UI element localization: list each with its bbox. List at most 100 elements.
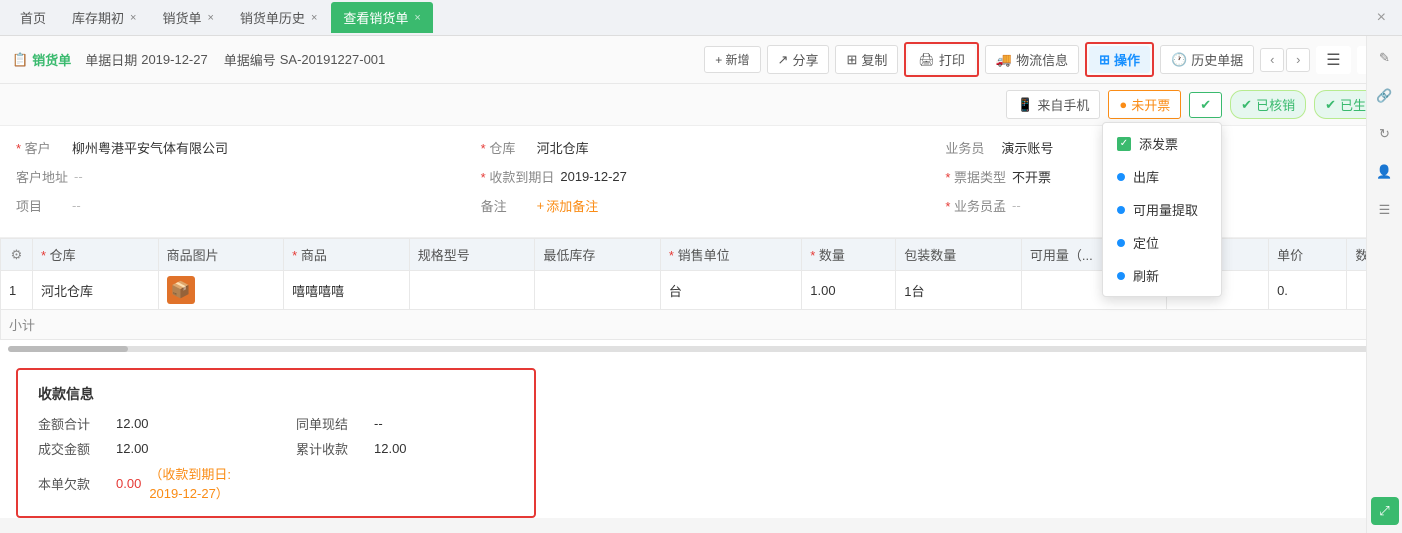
product-image: 📦 bbox=[167, 276, 195, 304]
cell-spec bbox=[409, 271, 535, 310]
owed-note: （收款到期日: 2019-12-27） bbox=[149, 464, 256, 502]
sidebar-expand-icon[interactable]: ⤢ bbox=[1371, 497, 1399, 525]
product-img-icon: 📦 bbox=[171, 280, 191, 300]
tab-inventory-close[interactable]: × bbox=[130, 12, 136, 24]
tab-inventory-init[interactable]: 库存期初 × bbox=[60, 2, 148, 33]
operations-btn-wrapper: ⊞ 操作 bbox=[1085, 42, 1154, 77]
mobile-icon: 📱 bbox=[1017, 97, 1033, 113]
payment-owed: 本单欠款 0.00 （收款到期日: 2019-12-27） bbox=[38, 464, 256, 502]
doc-meta: 单据日期 2019-12-27 单据编号 SA-20191227-001 bbox=[85, 50, 385, 69]
dropdown-locate[interactable]: 定位 bbox=[1103, 226, 1221, 259]
history-btn[interactable]: 🕐 历史单据 bbox=[1160, 45, 1254, 74]
sidebar-user-icon[interactable]: 👤 bbox=[1371, 158, 1399, 186]
due-date-value: 2019-12-27 bbox=[560, 169, 627, 184]
next-btn[interactable]: › bbox=[1286, 48, 1310, 72]
payment-cumulative: 累计收款 12.00 bbox=[296, 439, 514, 458]
total-amount-value: 12.00 bbox=[116, 416, 149, 431]
right-sidebar: ✎ 🔗 ↻ 👤 ☰ ⤢ bbox=[1366, 36, 1402, 533]
logistics-btn[interactable]: 🚚 物流信息 bbox=[985, 45, 1079, 74]
tab-sales-history[interactable]: 销货单历史 × bbox=[228, 2, 329, 33]
available-qty-dot bbox=[1117, 206, 1125, 214]
dropdown-outbound[interactable]: 出库 bbox=[1103, 160, 1221, 193]
payment-same-order-settle: 同单现结 -- bbox=[296, 414, 514, 433]
confirm-icon: ✔ bbox=[1200, 97, 1211, 113]
payment-deal-amount: 成交金额 12.00 bbox=[38, 439, 256, 458]
table-scrollbar[interactable] bbox=[0, 340, 1402, 358]
deal-amount-label: 成交金额 bbox=[38, 439, 108, 458]
sales-staff-label: 业务员孟 bbox=[945, 196, 1006, 215]
new-btn[interactable]: + 新增 bbox=[704, 46, 760, 73]
add-note-btn[interactable]: + 添加备注 bbox=[537, 196, 599, 215]
same-order-settle-label: 同单现结 bbox=[296, 414, 366, 433]
not-opened-btn[interactable]: ● 未开票 bbox=[1108, 90, 1181, 119]
close-all-tabs[interactable]: × bbox=[1369, 9, 1394, 27]
operations-btn[interactable]: ⊞ 操作 bbox=[1089, 46, 1150, 73]
copy-btn[interactable]: ⊞ 复制 bbox=[835, 45, 898, 74]
doc-date-label: 单据日期 bbox=[85, 50, 137, 69]
ticket-label: 票据类型 bbox=[945, 167, 1006, 186]
sold-btn[interactable]: ✔ 已核销 bbox=[1230, 90, 1306, 119]
outbound-dot bbox=[1117, 173, 1125, 181]
main-content: 📋 销货单 单据日期 2019-12-27 单据编号 SA-20191227-0… bbox=[0, 36, 1402, 518]
cell-pack-qty: 1台 bbox=[896, 271, 1022, 310]
doc-title-area: 📋 销货单 bbox=[12, 50, 71, 69]
address-value: -- bbox=[74, 169, 83, 184]
action-bar: 📱 来自手机 ● 未开票 ✔ ✔ 已核销 ✔ 已生效 ✓ 添发票 出库 bbox=[0, 84, 1402, 126]
customer-value: 柳州粤港平安气体有限公司 bbox=[72, 138, 228, 157]
tab-view-sales[interactable]: 查看销货单 × bbox=[331, 2, 432, 33]
view-list-btn[interactable]: ☰ bbox=[1316, 46, 1350, 74]
tab-sales-close[interactable]: × bbox=[207, 12, 213, 24]
project-value: -- bbox=[72, 198, 81, 213]
prev-btn[interactable]: ‹ bbox=[1260, 48, 1284, 72]
col-product: 商品 bbox=[284, 239, 410, 271]
tab-home[interactable]: 首页 bbox=[8, 2, 58, 33]
nav-arrows: ‹ › bbox=[1260, 48, 1310, 72]
due-date-field: 收款到期日 2019-12-27 bbox=[481, 167, 922, 186]
owed-value: 0.00 bbox=[116, 476, 141, 491]
copy-icon: ⊞ bbox=[846, 52, 857, 68]
tab-sales-order[interactable]: 销货单 × bbox=[150, 2, 225, 33]
dropdown-add-invoice[interactable]: ✓ 添发票 bbox=[1103, 127, 1221, 160]
doc-number-item: 单据编号 SA-20191227-001 bbox=[224, 50, 386, 69]
customer-label: 客户 bbox=[16, 138, 66, 157]
cumulative-label: 累计收款 bbox=[296, 439, 366, 458]
share-btn[interactable]: ↗ 分享 bbox=[767, 45, 830, 74]
col-warehouse: 仓库 bbox=[33, 239, 159, 271]
sidebar-refresh-icon[interactable]: ↻ bbox=[1371, 120, 1399, 148]
tab-home-label: 首页 bbox=[20, 8, 46, 27]
dropdown-refresh[interactable]: 刷新 bbox=[1103, 259, 1221, 292]
project-field: 项目 -- bbox=[16, 196, 457, 215]
print-btn-wrapper: 🖨 打印 bbox=[904, 42, 979, 77]
warehouse-label: 仓库 bbox=[481, 138, 531, 157]
dropdown-available-qty[interactable]: 可用量提取 bbox=[1103, 193, 1221, 226]
col-unit: 销售单位 bbox=[660, 239, 801, 271]
doc-title: 销货单 bbox=[32, 50, 71, 69]
col-pack-qty: 包装数量 bbox=[896, 239, 1022, 271]
add-note-plus: + bbox=[537, 198, 545, 213]
locate-dot bbox=[1117, 239, 1125, 247]
tab-sales-label: 销货单 bbox=[162, 8, 201, 27]
confirm-btn[interactable]: ✔ bbox=[1189, 92, 1222, 118]
payment-section: 收款信息 金额合计 12.00 同单现结 -- 成交金额 12.00 累计收款 … bbox=[16, 368, 536, 518]
cell-warehouse: 河北仓库 bbox=[33, 271, 159, 310]
doc-number-label: 单据编号 bbox=[224, 50, 276, 69]
share-icon: ↗ bbox=[778, 52, 789, 68]
cell-seq: 1 bbox=[1, 271, 33, 310]
add-invoice-checkbox: ✓ bbox=[1117, 137, 1131, 151]
tab-view-sales-close[interactable]: × bbox=[414, 12, 420, 24]
sidebar-link-icon[interactable]: 🔗 bbox=[1371, 82, 1399, 110]
payment-grid: 金额合计 12.00 同单现结 -- 成交金额 12.00 累计收款 12.00… bbox=[38, 414, 514, 502]
project-label: 项目 bbox=[16, 196, 66, 215]
sidebar-list-icon[interactable]: ☰ bbox=[1371, 196, 1399, 224]
tab-bar: 首页 库存期初 × 销货单 × 销货单历史 × 查看销货单 × × bbox=[0, 0, 1402, 36]
refresh-dot bbox=[1117, 272, 1125, 280]
cell-min-stock bbox=[535, 271, 661, 310]
sidebar-edit-icon[interactable]: ✎ bbox=[1371, 44, 1399, 72]
print-btn[interactable]: 🖨 打印 bbox=[908, 46, 975, 73]
note-label: 备注 bbox=[481, 196, 531, 215]
tab-view-sales-label: 查看销货单 bbox=[343, 8, 408, 27]
from-mobile-btn[interactable]: 📱 来自手机 bbox=[1006, 90, 1100, 119]
total-amount-label: 金额合计 bbox=[38, 414, 108, 433]
tab-history-close[interactable]: × bbox=[311, 12, 317, 24]
cell-img: 📦 bbox=[158, 271, 284, 310]
